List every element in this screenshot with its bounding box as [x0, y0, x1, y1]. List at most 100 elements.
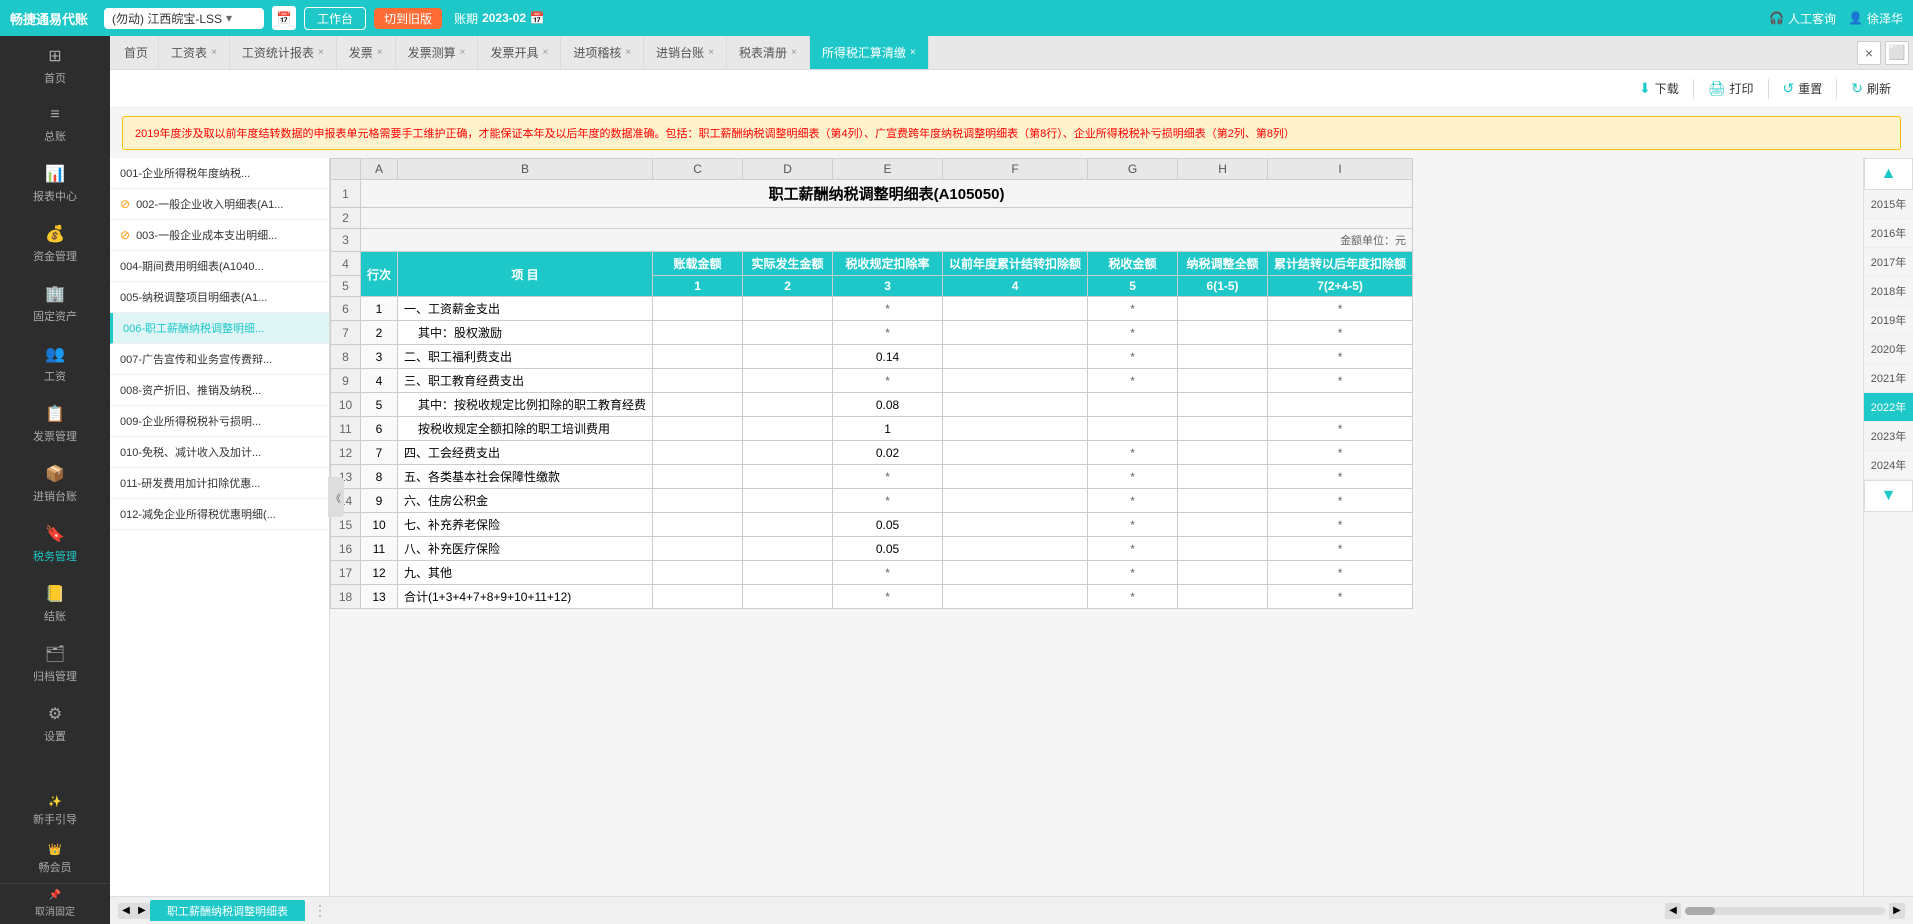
c1-13[interactable]	[653, 585, 743, 609]
sidebar-item-reports[interactable]: 📊 报表中心	[0, 154, 110, 214]
calendar-icon-btn[interactable]: 📅	[272, 6, 296, 30]
c2-3[interactable]	[743, 345, 833, 369]
c6-9[interactable]	[1178, 489, 1268, 513]
c6-2[interactable]	[1178, 321, 1268, 345]
hang-2[interactable]: 2	[361, 321, 398, 345]
c6-6[interactable]	[1178, 417, 1268, 441]
c4-2[interactable]	[943, 321, 1088, 345]
c4-6[interactable]	[943, 417, 1088, 441]
xiangmu-12[interactable]: 九、其他	[398, 561, 653, 585]
year-up-btn[interactable]: ▲	[1864, 158, 1913, 190]
switch-version-button[interactable]: 切到旧版	[374, 8, 442, 29]
collapse-panel-btn[interactable]: 《	[328, 477, 344, 517]
sidebar-item-tax[interactable]: 🔖 税务管理	[0, 514, 110, 574]
tab-invoice-close[interactable]: ×	[377, 47, 383, 58]
c1-1[interactable]	[653, 297, 743, 321]
c2-1[interactable]	[743, 297, 833, 321]
cancel-fixed-btn[interactable]: 📌 取消固定	[0, 883, 110, 924]
form-list-item-007[interactable]: 007-广告宣传和业务宣传费辩...	[110, 344, 329, 375]
xiangmu-8[interactable]: 五、各类基本社会保障性缴款	[398, 465, 653, 489]
c4-9[interactable]	[943, 489, 1088, 513]
hang-6[interactable]: 6	[361, 417, 398, 441]
tab-income-tax[interactable]: 所得税汇算清缴 ×	[810, 36, 929, 69]
xiangmu-11[interactable]: 八、补充医疗保险	[398, 537, 653, 561]
c6-1[interactable]	[1178, 297, 1268, 321]
c6-7[interactable]	[1178, 441, 1268, 465]
hang-9[interactable]: 9	[361, 489, 398, 513]
hang-4[interactable]: 4	[361, 369, 398, 393]
sidebar-item-guide[interactable]: ✨ 新手引导	[0, 787, 110, 835]
hang-11[interactable]: 11	[361, 537, 398, 561]
c2-11[interactable]	[743, 537, 833, 561]
tab-close-btn[interactable]: ×	[1857, 41, 1881, 65]
sidebar-item-close[interactable]: 📒 结账	[0, 574, 110, 634]
c4-1[interactable]	[943, 297, 1088, 321]
c6-5[interactable]	[1178, 393, 1268, 417]
c5-5[interactable]	[1088, 393, 1178, 417]
hang-8[interactable]: 8	[361, 465, 398, 489]
tab-invoice[interactable]: 发票 ×	[337, 36, 396, 69]
download-button[interactable]: ⬇ 下载	[1629, 76, 1689, 101]
sidebar-item-assets[interactable]: 🏢 固定资产	[0, 274, 110, 334]
user-service[interactable]: 🎧 人工客询	[1769, 10, 1836, 27]
tab-salary[interactable]: 工资表 ×	[159, 36, 230, 69]
xiangmu-9[interactable]: 六、住房公积金	[398, 489, 653, 513]
xiangmu-10[interactable]: 七、补充养老保险	[398, 513, 653, 537]
c2-6[interactable]	[743, 417, 833, 441]
c4-5[interactable]	[943, 393, 1088, 417]
sheet-options-btn[interactable]: ⋮	[313, 902, 327, 919]
c3-3[interactable]: 0.14	[833, 345, 943, 369]
c2-9[interactable]	[743, 489, 833, 513]
form-list-item-002[interactable]: ⊘ 002-一般企业收入明细表(A1...	[110, 189, 329, 220]
c4-13[interactable]	[943, 585, 1088, 609]
print-button[interactable]: 🖨 打印	[1698, 76, 1764, 101]
user-profile[interactable]: 👤 徐泽华	[1848, 10, 1903, 27]
c1-10[interactable]	[653, 513, 743, 537]
c6-10[interactable]	[1178, 513, 1268, 537]
year-2020[interactable]: 2020年	[1864, 335, 1913, 364]
workbench-button[interactable]: 工作台	[304, 7, 366, 30]
c3-6[interactable]: 1	[833, 417, 943, 441]
tab-input-audit[interactable]: 进项稽核 ×	[561, 36, 644, 69]
tab-tax-register[interactable]: 税表清册 ×	[727, 36, 810, 69]
sidebar-item-home[interactable]: ⊞ 首页	[0, 36, 110, 96]
c2-2[interactable]	[743, 321, 833, 345]
tab-expand-btn[interactable]: ⬜	[1885, 41, 1909, 65]
tab-invoice-issue-close[interactable]: ×	[542, 47, 548, 58]
form-list-item-012[interactable]: 012-减免企业所得税优惠明细(...	[110, 499, 329, 530]
c6-12[interactable]	[1178, 561, 1268, 585]
c3-10[interactable]: 0.05	[833, 513, 943, 537]
refresh-button[interactable]: ↻ 刷新	[1841, 76, 1901, 101]
year-2019[interactable]: 2019年	[1864, 306, 1913, 335]
form-list-item-001[interactable]: 001-企业所得税年度纳税...	[110, 158, 329, 189]
c5-6[interactable]	[1088, 417, 1178, 441]
c6-11[interactable]	[1178, 537, 1268, 561]
year-2024[interactable]: 2024年	[1864, 451, 1913, 480]
c2-7[interactable]	[743, 441, 833, 465]
tab-ledger[interactable]: 进销台账 ×	[644, 36, 727, 69]
c4-11[interactable]	[943, 537, 1088, 561]
sidebar-item-ledger[interactable]: ≡ 总账	[0, 96, 110, 154]
tab-input-audit-close[interactable]: ×	[625, 47, 631, 58]
c1-3[interactable]	[653, 345, 743, 369]
form-list-item-011[interactable]: 011-研发费用加计扣除优惠...	[110, 468, 329, 499]
sidebar-item-invoice[interactable]: 📋 发票管理	[0, 394, 110, 454]
c1-5[interactable]	[653, 393, 743, 417]
c4-4[interactable]	[943, 369, 1088, 393]
tab-income-tax-close[interactable]: ×	[910, 47, 916, 58]
year-2022[interactable]: 2022年	[1864, 393, 1913, 422]
sheet-scroll-right[interactable]: ▶	[134, 903, 150, 919]
xiangmu-4[interactable]: 三、职工教育经费支出	[398, 369, 653, 393]
hang-10[interactable]: 10	[361, 513, 398, 537]
xiangmu-13[interactable]: 合计(1+3+4+7+8+9+10+11+12)	[398, 585, 653, 609]
year-down-btn[interactable]: ▼	[1864, 480, 1913, 512]
c1-11[interactable]	[653, 537, 743, 561]
c7-5[interactable]	[1268, 393, 1413, 417]
c1-9[interactable]	[653, 489, 743, 513]
c3-5[interactable]: 0.08	[833, 393, 943, 417]
year-2018[interactable]: 2018年	[1864, 277, 1913, 306]
year-2023[interactable]: 2023年	[1864, 422, 1913, 451]
tab-salary-report-close[interactable]: ×	[318, 47, 324, 58]
c1-7[interactable]	[653, 441, 743, 465]
c6-8[interactable]	[1178, 465, 1268, 489]
